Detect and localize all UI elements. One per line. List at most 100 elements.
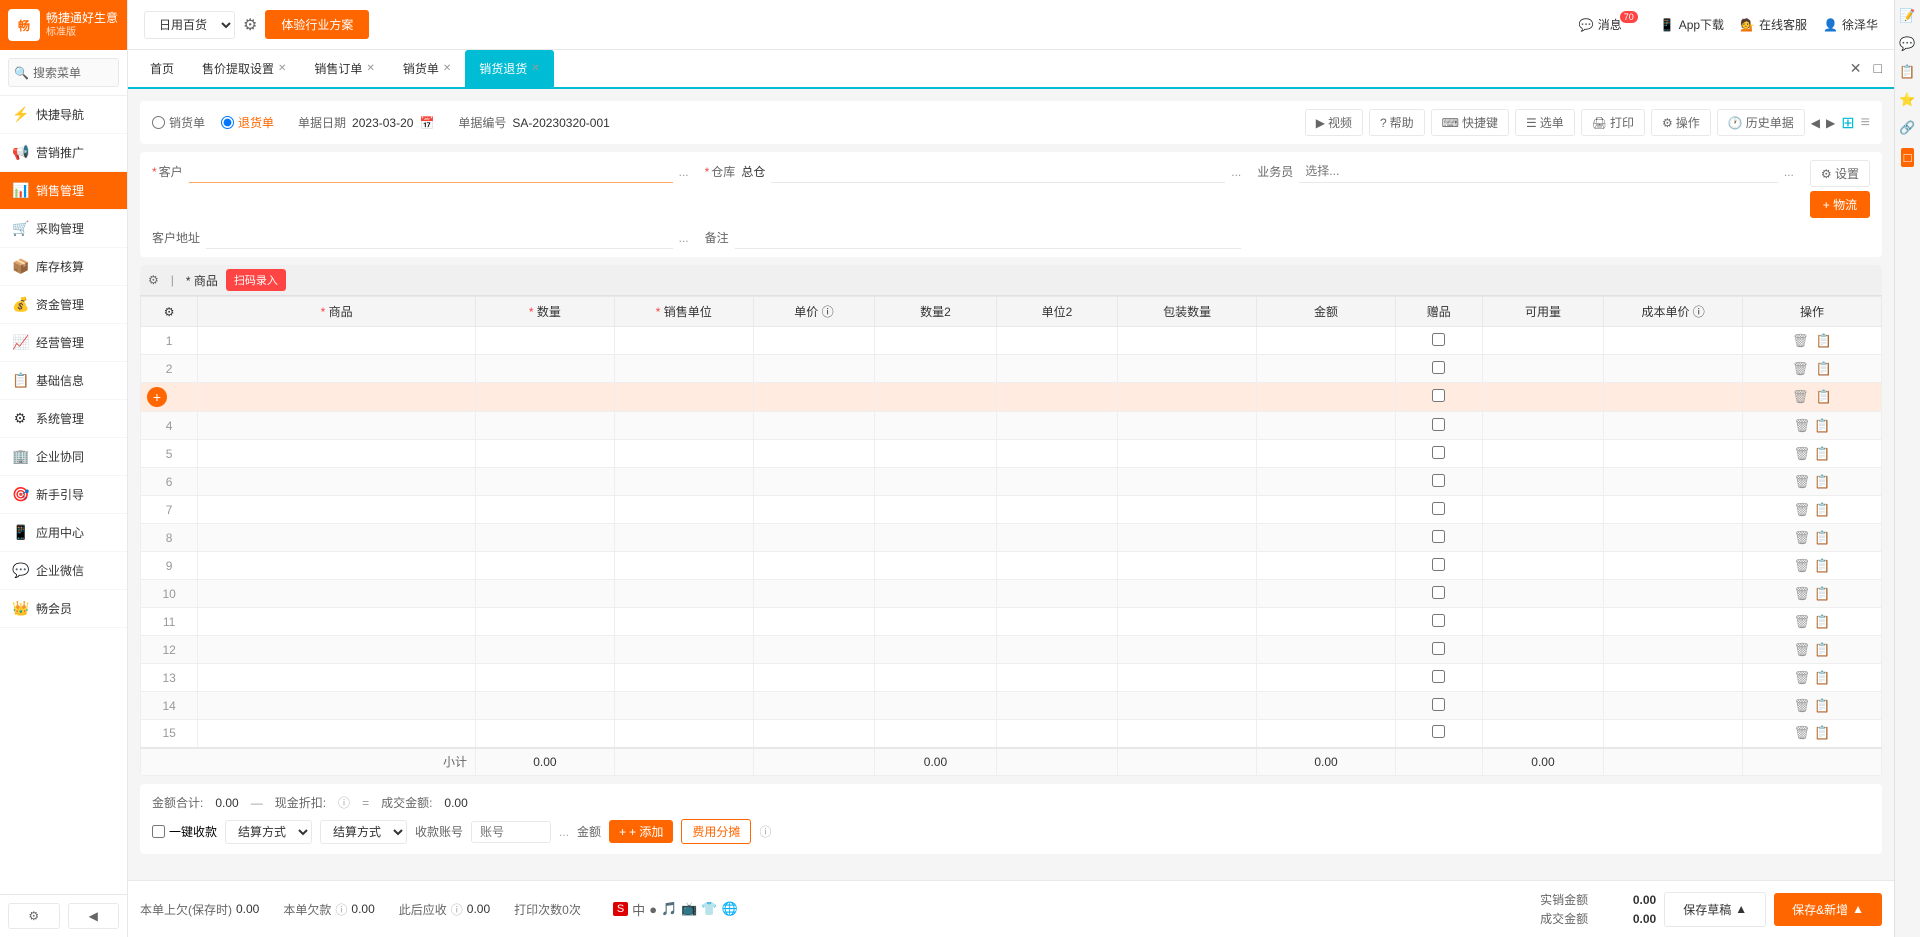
taskbar-icon4[interactable]: 📺 <box>681 901 697 917</box>
taskbar-icon2[interactable]: ● <box>649 902 657 917</box>
row6-copy-btn[interactable]: 📋 <box>1812 474 1832 489</box>
tab-sale-order[interactable]: 销售订单 ✕ <box>300 50 388 89</box>
row1-amount[interactable] <box>1257 327 1396 355</box>
note-input[interactable] <box>735 226 1242 249</box>
nav-next-icon[interactable]: ▶ <box>1826 116 1835 130</box>
row15-copy-btn[interactable]: 📋 <box>1812 725 1832 740</box>
row2-price[interactable] <box>753 355 875 383</box>
one-click-pay-check[interactable]: 一键收款 <box>152 823 217 840</box>
row1-unit[interactable] <box>614 327 753 355</box>
sidebar-item-purchase-mgmt[interactable]: 🛒 采购管理 <box>0 210 127 248</box>
sidebar-item-finance[interactable]: 💰 资金管理 <box>0 286 127 324</box>
row3-qty2[interactable] <box>875 383 997 412</box>
row6-delete-btn[interactable]: 🗑 <box>1792 474 1813 489</box>
row11-delete-btn[interactable]: 🗑 <box>1792 614 1813 629</box>
sidebar-item-member[interactable]: 👑 畅会员 <box>0 590 127 628</box>
address-picker[interactable]: ... <box>679 231 689 245</box>
calc-method-select[interactable]: 结算方式 <box>320 820 407 844</box>
expand-tabs-btn[interactable]: □ <box>1870 58 1886 79</box>
row13-delete-btn[interactable]: 🗑 <box>1792 670 1813 685</box>
row2-qty[interactable] <box>475 355 614 383</box>
history-btn[interactable]: 🕐 历史单据 <box>1717 109 1805 136</box>
nav-prev-icon[interactable]: ◀ <box>1811 116 1820 130</box>
row12-copy-btn[interactable]: 📋 <box>1812 642 1832 657</box>
close-all-tabs-btn[interactable]: ✕ <box>1846 58 1866 79</box>
row15-delete-btn[interactable]: 🗑 <box>1792 725 1813 740</box>
row3-gift[interactable] <box>1395 383 1482 412</box>
warehouse-picker[interactable]: ... <box>1231 165 1241 179</box>
video-btn[interactable]: ▶ 视频 <box>1305 109 1363 136</box>
save-new-btn[interactable]: 保存&新增 ▲ <box>1774 893 1882 926</box>
right-icon-5[interactable]: 🔗 <box>1899 120 1915 136</box>
calendar-icon[interactable]: 📅 <box>419 116 434 130</box>
print-btn[interactable]: 🖨 打印 <box>1581 109 1645 136</box>
one-click-pay-checkbox[interactable] <box>152 825 165 838</box>
sidebar-item-marketing[interactable]: 📢 营销推广 <box>0 134 127 172</box>
row2-unit2[interactable] <box>996 355 1118 383</box>
warehouse-input[interactable] <box>771 160 1225 183</box>
sidebar-item-basic-info[interactable]: 📋 基础信息 <box>0 362 127 400</box>
taskbar-icon6[interactable]: 🌐 <box>722 901 738 917</box>
address-input[interactable] <box>206 226 673 249</box>
sidebar-item-sales-mgmt[interactable]: 📊 销售管理 <box>0 172 127 210</box>
right-icon-4[interactable]: ⭐ <box>1899 92 1915 108</box>
row1-qty[interactable] <box>475 327 614 355</box>
tab-home[interactable]: 首页 <box>136 50 188 89</box>
row1-unit2[interactable] <box>996 327 1118 355</box>
row7-delete-btn[interactable]: 🗑 <box>1792 502 1813 517</box>
tab-sale-return[interactable]: 销货退货 ✕ <box>465 50 553 89</box>
settings-btn[interactable]: ⚙ 设置 <box>1810 160 1870 187</box>
row3-pack-qty[interactable] <box>1118 383 1257 412</box>
select-bill-btn[interactable]: ☰ 选单 <box>1515 109 1575 136</box>
row3-delete-btn[interactable]: 🗑 <box>1790 389 1811 404</box>
settlement-method-select[interactable]: 结算方式 <box>225 820 312 844</box>
sidebar-collapse-button[interactable]: ◀ <box>68 903 120 929</box>
row1-delete-btn[interactable]: 🗑 <box>1790 333 1811 348</box>
row9-delete-btn[interactable]: 🗑 <box>1792 558 1813 573</box>
row5-copy-btn[interactable]: 📋 <box>1812 446 1832 461</box>
sidebar-item-inventory[interactable]: 📦 库存核算 <box>0 248 127 286</box>
row3-product[interactable] <box>198 383 476 412</box>
taskbar-icon5[interactable]: 👕 <box>701 901 717 917</box>
tab-sale-delivery[interactable]: 销货单 ✕ <box>389 50 465 89</box>
grid-view-icon[interactable]: ⊞ <box>1841 113 1854 133</box>
row2-gift[interactable] <box>1395 355 1482 383</box>
scan-input-btn[interactable]: 扫码录入 <box>226 269 286 291</box>
account-picker[interactable]: ... <box>559 825 569 839</box>
row1-qty2[interactable] <box>875 327 997 355</box>
sale-radio-label[interactable]: 销货单 <box>152 114 205 131</box>
staff-picker[interactable]: ... <box>1784 165 1794 179</box>
row2-gift-check[interactable] <box>1432 361 1445 374</box>
row1-price[interactable] <box>753 327 875 355</box>
row2-delete-btn[interactable]: 🗑 <box>1790 361 1811 376</box>
sidebar-item-app-center[interactable]: 📱 应用中心 <box>0 514 127 552</box>
row2-pack-qty[interactable] <box>1118 355 1257 383</box>
row3-product-input[interactable] <box>204 390 469 404</box>
row3-copy-btn[interactable]: 📋 <box>1814 389 1834 404</box>
tab-sale-price-close[interactable]: ✕ <box>278 63 286 74</box>
save-draft-btn[interactable]: 保存草稿 ▲ <box>1664 892 1766 927</box>
search-menu-button[interactable]: 🔍 搜索菜单 <box>8 58 119 87</box>
row3-price[interactable] <box>753 383 875 412</box>
list-view-icon[interactable]: ≡ <box>1861 114 1870 132</box>
row2-product[interactable] <box>198 355 476 383</box>
user-avatar[interactable]: 👤 徐泽华 <box>1823 16 1878 33</box>
row1-gift[interactable] <box>1395 327 1482 355</box>
sidebar-item-sys-mgmt[interactable]: ⚙ 系统管理 <box>0 400 127 438</box>
sidebar-item-enterprise[interactable]: 🏢 企业协同 <box>0 438 127 476</box>
row10-copy-btn[interactable]: 📋 <box>1812 586 1832 601</box>
row10-delete-btn[interactable]: 🗑 <box>1792 586 1813 601</box>
customer-input[interactable] <box>189 160 673 183</box>
message-btn[interactable]: 💬 消息 70 <box>1579 16 1644 33</box>
row1-pack-qty[interactable] <box>1118 327 1257 355</box>
row2-unit[interactable] <box>614 355 753 383</box>
row3-gift-check[interactable] <box>1432 389 1445 402</box>
row14-copy-btn[interactable]: 📋 <box>1812 698 1832 713</box>
sidebar-item-enterprise-wechat[interactable]: 💬 企业微信 <box>0 552 127 590</box>
help-btn[interactable]: ? 帮助 <box>1369 109 1425 136</box>
sidebar-item-operation[interactable]: 📈 经营管理 <box>0 324 127 362</box>
customer-picker[interactable]: ... <box>679 165 689 179</box>
row7-copy-btn[interactable]: 📋 <box>1812 502 1832 517</box>
row13-copy-btn[interactable]: 📋 <box>1812 670 1832 685</box>
tab-sale-return-close[interactable]: ✕ <box>531 63 539 74</box>
